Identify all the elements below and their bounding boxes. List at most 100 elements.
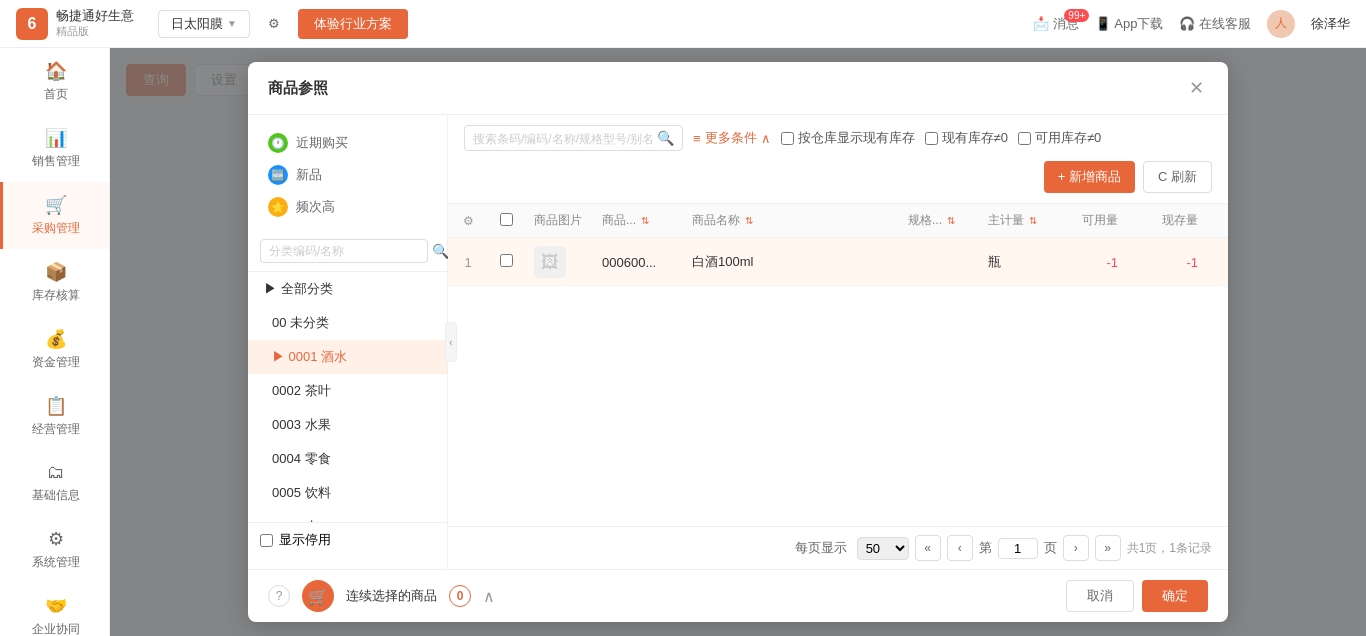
selection-count-badge: 0 <box>449 585 471 607</box>
logo-text-area: 畅捷通好生意 精品版 <box>56 8 134 40</box>
user-name: 徐泽华 <box>1311 15 1350 33</box>
sidebar-item-basic-info[interactable]: 🗂 基础信息 <box>0 450 109 516</box>
nav-select-arrow-icon: ▼ <box>227 18 237 29</box>
row-placeholder <box>1208 238 1228 287</box>
category-search-icon[interactable]: 🔍 <box>432 243 449 259</box>
last-page-button[interactable]: » <box>1095 535 1121 561</box>
cat-item-0008[interactable]: 0008 水 <box>248 510 447 522</box>
sidebar-item-purchase[interactable]: 🛒 采购管理 <box>0 182 109 249</box>
col-header-unit[interactable]: 主计量 ⇅ <box>978 204 1048 238</box>
sidebar-item-sales[interactable]: 📊 销售管理 <box>0 115 109 182</box>
new-product-item[interactable]: 🆕 新品 <box>260 159 435 191</box>
settings-icon[interactable]: ⚙ <box>258 8 290 40</box>
cancel-button[interactable]: 取消 <box>1066 580 1134 612</box>
sidebar-item-label: 经营管理 <box>32 421 80 438</box>
modal-close-button[interactable]: ✕ <box>1184 76 1208 100</box>
frequent-item[interactable]: ⭐ 频次高 <box>260 191 435 223</box>
message-badge: 99+ <box>1064 9 1089 22</box>
cat-0002-label: 0002 茶叶 <box>272 382 331 400</box>
first-page-button[interactable]: « <box>915 535 941 561</box>
col-header-code[interactable]: 商品... ⇅ <box>592 204 682 238</box>
refresh-button[interactable]: C 刷新 <box>1143 161 1212 193</box>
cat-item-0001[interactable]: ▶ 0001 酒水 <box>248 340 447 374</box>
available-stock-checkbox[interactable] <box>1018 132 1031 145</box>
nav-select[interactable]: 日太阳膜 ▼ <box>158 10 250 38</box>
category-search-box: 🔍 <box>248 231 447 272</box>
recent-purchases-item[interactable]: 🕐 近期购买 <box>260 127 435 159</box>
table-settings-icon: ⚙ <box>463 214 474 228</box>
cat-item-0004[interactable]: 0004 零食 <box>248 442 447 476</box>
sales-icon: 📊 <box>45 127 67 149</box>
cat-item-0003[interactable]: 0003 水果 <box>248 408 447 442</box>
per-page-select[interactable]: 50 100 200 <box>857 537 909 560</box>
total-info: 共1页，1条记录 <box>1127 540 1212 557</box>
display-disabled-checkbox[interactable] <box>260 534 273 547</box>
prev-page-button[interactable]: ‹ <box>947 535 973 561</box>
home-icon: 🏠 <box>45 60 67 82</box>
confirm-button[interactable]: 确定 <box>1142 580 1208 612</box>
warehouse-stock-filter[interactable]: 按仓库显示现有库存 <box>781 129 915 147</box>
sidebar-item-enterprise[interactable]: 🤝 企业协同 <box>0 583 109 636</box>
row-code: 000600... <box>592 238 682 287</box>
current-stock-checkbox[interactable] <box>925 132 938 145</box>
row-checkbox[interactable] <box>500 254 513 267</box>
cart-icon[interactable]: 🛒 <box>302 580 334 612</box>
footer-right: 取消 确定 <box>1066 580 1208 612</box>
col-header-image: 商品图片 <box>524 204 592 238</box>
sidebar-item-label: 企业协同 <box>32 621 80 636</box>
select-all-checkbox[interactable] <box>500 213 513 226</box>
toolbar-right: + 新增商品 C 刷新 <box>1044 161 1212 193</box>
row-check[interactable] <box>488 238 524 287</box>
message-area[interactable]: 📩 消息 99+ <box>1033 15 1079 33</box>
search-input-wrap: 🔍 <box>464 125 683 151</box>
sidebar-item-system[interactable]: ⚙ 系统管理 <box>0 516 109 583</box>
sidebar-item-home[interactable]: 🏠 首页 <box>0 48 109 115</box>
online-service[interactable]: 🎧 在线客服 <box>1179 15 1251 33</box>
inventory-icon: 📦 <box>45 261 67 283</box>
col-header-name[interactable]: 商品名称 ⇅ <box>682 204 898 238</box>
more-filter-button[interactable]: ≡ 更多条件 ∧ <box>693 129 771 147</box>
freq-icon: ⭐ <box>268 197 288 217</box>
col-header-avail: 可用量 <box>1048 204 1128 238</box>
trial-button[interactable]: 体验行业方案 <box>298 9 408 39</box>
row-spec <box>898 238 978 287</box>
sidebar-item-operations[interactable]: 📋 经营管理 <box>0 383 109 450</box>
product-search-icon[interactable]: 🔍 <box>657 130 674 146</box>
sidebar-item-label: 系统管理 <box>32 554 80 571</box>
help-icon[interactable]: ? <box>268 585 290 607</box>
right-panel: 🔍 ≡ 更多条件 ∧ 按仓库显示现有库存 <box>448 115 1228 569</box>
col-header-spec[interactable]: 规格... ⇅ <box>898 204 978 238</box>
col-header-settings[interactable]: ⚙ <box>448 204 488 238</box>
current-stock-filter[interactable]: 现有库存≠0 <box>925 129 1008 147</box>
recent-label: 近期购买 <box>296 134 348 152</box>
available-stock-filter[interactable]: 可用库存≠0 <box>1018 129 1101 147</box>
row-image: 🖼 <box>524 238 592 287</box>
collapse-panel-button[interactable]: ‹ <box>445 322 457 362</box>
sidebar-item-finance[interactable]: 💰 资金管理 <box>0 316 109 383</box>
product-search-input[interactable] <box>473 131 653 146</box>
collapse-cart-icon[interactable]: ∧ <box>483 587 495 606</box>
cat-item-00[interactable]: 00 未分类 <box>248 306 447 340</box>
scrollbar-placeholder <box>1208 204 1228 238</box>
sidebar-item-inventory[interactable]: 📦 库存核算 <box>0 249 109 316</box>
col-header-stock: 现存量 <box>1128 204 1208 238</box>
app-download[interactable]: 📱 App下载 <box>1095 15 1163 33</box>
page-number-input[interactable] <box>998 538 1038 559</box>
cat-item-0002[interactable]: 0002 茶叶 <box>248 374 447 408</box>
col-header-check[interactable] <box>488 204 524 238</box>
display-disabled-label[interactable]: 显示停用 <box>279 531 331 549</box>
row-stock: -1 <box>1128 238 1208 287</box>
spec-sort-icon: ⇅ <box>947 215 955 226</box>
table-row[interactable]: 1 🖼 000600... 白酒100ml 瓶 <box>448 238 1228 287</box>
logo-area: 6 畅捷通好生意 精品版 <box>16 8 134 40</box>
add-product-button[interactable]: + 新增商品 <box>1044 161 1135 193</box>
category-search-input[interactable] <box>260 239 428 263</box>
sidebar: 🏠 首页 📊 销售管理 🛒 采购管理 📦 库存核算 💰 资金管理 📋 经营管理 … <box>0 48 110 636</box>
user-avatar: 人 <box>1267 10 1295 38</box>
next-page-button[interactable]: › <box>1063 535 1089 561</box>
category-list: ▶ 全部分类 00 未分类 ▶ 0001 酒水 0002 茶叶 <box>248 272 447 522</box>
warehouse-stock-checkbox[interactable] <box>781 132 794 145</box>
cat-item-0005[interactable]: 0005 饮料 <box>248 476 447 510</box>
sidebar-item-label: 采购管理 <box>32 220 80 237</box>
cat-item-all[interactable]: ▶ 全部分类 <box>248 272 447 306</box>
